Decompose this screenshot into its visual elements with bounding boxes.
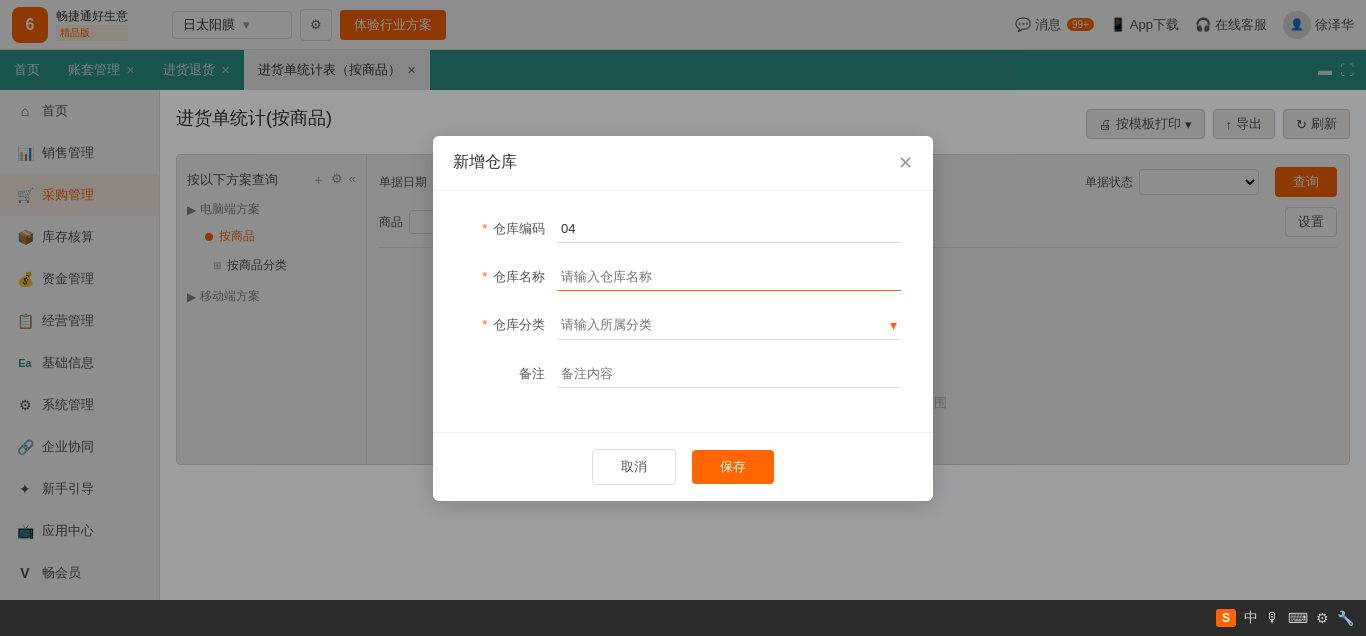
dialog-title: 新增仓库 (453, 152, 517, 173)
save-button[interactable]: 保存 (692, 450, 774, 484)
dialog-body: * 仓库编码 * 仓库名称 * 仓库分类 (433, 191, 933, 432)
tool-icon[interactable]: 🔧 (1337, 610, 1354, 626)
warehouse-name-label: * 仓库名称 (465, 268, 545, 286)
warehouse-category-input[interactable] (561, 317, 890, 332)
modal-overlay: 新增仓库 ✕ * 仓库编码 * 仓库名称 (0, 0, 1366, 636)
keyboard-icon[interactable]: ⌨ (1288, 610, 1308, 626)
warehouse-category-select[interactable]: ▾ (557, 311, 901, 340)
category-dropdown-icon: ▾ (890, 317, 897, 333)
warehouse-code-input[interactable] (557, 215, 901, 243)
warehouse-category-label: * 仓库分类 (465, 316, 545, 334)
warehouse-remark-label: 备注 (465, 365, 545, 383)
s-logo: S (1216, 609, 1236, 627)
dialog-header: 新增仓库 ✕ (433, 136, 933, 191)
new-warehouse-dialog: 新增仓库 ✕ * 仓库编码 * 仓库名称 (433, 136, 933, 501)
dialog-footer: 取消 保存 (433, 432, 933, 501)
warehouse-name-input[interactable] (557, 263, 901, 291)
microphone-icon[interactable]: 🎙 (1266, 610, 1280, 626)
warehouse-name-row: * 仓库名称 (465, 263, 901, 291)
bottom-bar: S 中 🎙 ⌨ ⚙ 🔧 (0, 600, 1366, 636)
cancel-button[interactable]: 取消 (592, 449, 676, 485)
settings-bottom-icon[interactable]: ⚙ (1316, 610, 1329, 626)
warehouse-remark-input[interactable] (557, 360, 901, 388)
warehouse-code-row: * 仓库编码 (465, 215, 901, 243)
warehouse-category-row: * 仓库分类 ▾ (465, 311, 901, 340)
dialog-close-icon[interactable]: ✕ (898, 152, 913, 174)
warehouse-remark-row: 备注 (465, 360, 901, 388)
bottom-label: 中 (1244, 609, 1258, 627)
warehouse-code-label: * 仓库编码 (465, 220, 545, 238)
